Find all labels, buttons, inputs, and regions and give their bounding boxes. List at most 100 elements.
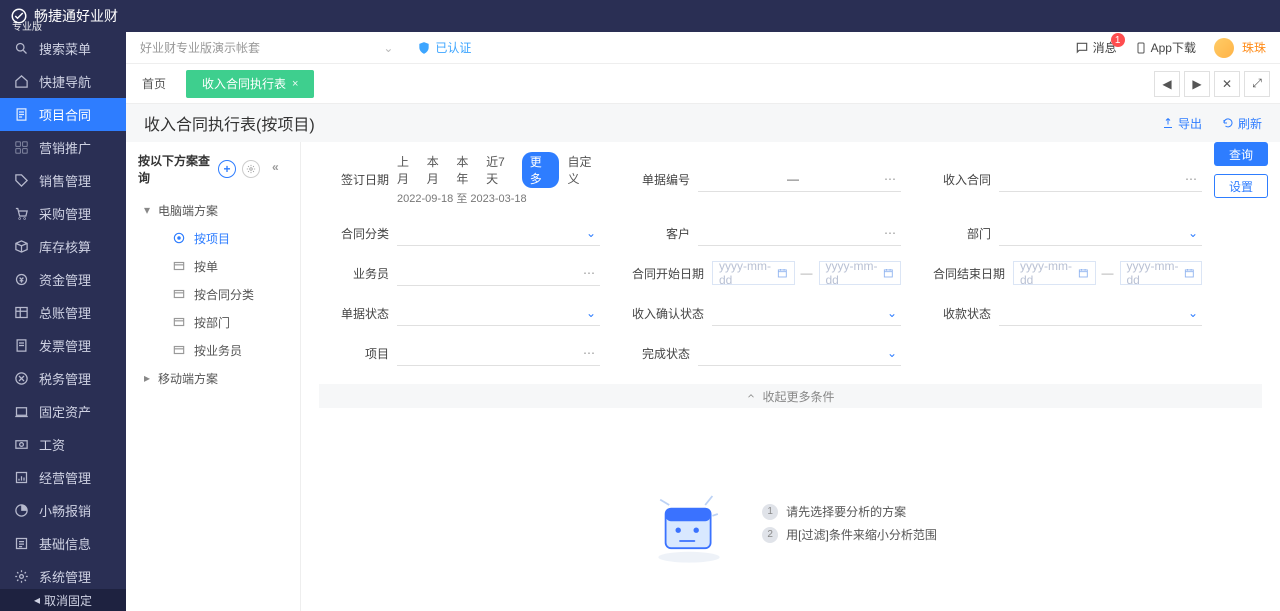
- tab-close-all-button[interactable]: ✕: [1214, 71, 1240, 97]
- field-payment-status: 收款状态 ⌄: [921, 300, 1202, 326]
- messages-button[interactable]: 消息 1: [1075, 39, 1117, 56]
- chevron-down-icon: ⌄: [1188, 226, 1198, 240]
- sidebar-item-home[interactable]: 快捷导航: [0, 65, 126, 98]
- brand-sub: 专业版: [12, 18, 42, 33]
- home-icon: [14, 74, 29, 89]
- export-button[interactable]: 导出: [1162, 115, 1202, 132]
- tab-fullscreen-button[interactable]: ⤢: [1244, 71, 1270, 97]
- tab-next-button[interactable]: ▶: [1184, 71, 1210, 97]
- lookup-icon[interactable]: ⋯: [884, 172, 897, 186]
- tag-icon: [14, 173, 29, 188]
- lookup-icon[interactable]: ⋯: [583, 266, 596, 280]
- sidebar-item-search[interactable]: 搜索菜单: [0, 32, 126, 65]
- sys-icon: [14, 569, 29, 584]
- field-project: 项目 ⋯: [319, 340, 600, 366]
- close-icon[interactable]: ×: [292, 78, 298, 90]
- main-body: 按以下方案查询 + « ▾电脑端方案按项目按单按合同分类按部门按业务员▸移动端方…: [126, 142, 1280, 611]
- sidebar-item-table[interactable]: 总账管理: [0, 296, 126, 329]
- sidebar-unpin-button[interactable]: ◂取消固定: [0, 589, 126, 611]
- sidebar-item-grid[interactable]: 营销推广: [0, 131, 126, 164]
- sidebar-item-tax[interactable]: 税务管理: [0, 362, 126, 395]
- user-menu[interactable]: 珠珠: [1214, 38, 1266, 58]
- field-doc-status: 单据状态 ⌄: [319, 300, 600, 326]
- doc-status-select[interactable]: ⌄: [397, 300, 600, 326]
- workspace-selector[interactable]: 好业财专业版演示帐套 ⌄: [140, 39, 393, 56]
- tree-group-mobile[interactable]: ▸移动端方案: [126, 364, 300, 392]
- tree-item-by_order[interactable]: 按单: [126, 252, 300, 280]
- sidebar-item-coin[interactable]: 资金管理: [0, 263, 126, 296]
- invoice-icon: [14, 338, 29, 353]
- sidebar-item-tag[interactable]: 销售管理: [0, 164, 126, 197]
- dept-select[interactable]: ⌄: [999, 220, 1202, 246]
- collapse-conditions-button[interactable]: 收起更多条件: [319, 384, 1262, 408]
- opt-last7[interactable]: 近7天: [486, 153, 514, 187]
- opt-more[interactable]: 更多: [522, 152, 560, 188]
- end-date-from[interactable]: yyyy-mm-dd: [1013, 261, 1096, 285]
- scheme-icon: [170, 285, 188, 303]
- sidebar-item-cart[interactable]: 采购管理: [0, 197, 126, 230]
- sidebar-item-label: 基础信息: [39, 534, 91, 553]
- tree-item-by_project[interactable]: 按项目: [126, 224, 300, 252]
- scheme-icon: [170, 229, 188, 247]
- sidebar-item-label: 项目合同: [39, 105, 91, 124]
- opt-this-month[interactable]: 本月: [427, 153, 449, 187]
- brand-name: 畅捷通好业财: [34, 6, 118, 26]
- query-button[interactable]: 查询: [1214, 142, 1268, 166]
- lookup-icon[interactable]: ⋯: [583, 346, 596, 360]
- scheme-settings-button[interactable]: [242, 160, 260, 178]
- contract-class-select[interactable]: ⌄: [397, 220, 600, 246]
- filter-title: 按以下方案查询: [138, 152, 218, 186]
- refresh-button[interactable]: 刷新: [1222, 115, 1262, 132]
- opt-custom[interactable]: 自定义: [567, 153, 600, 187]
- tabs-bar: 首页 收入合同执行表× ◀ ▶ ✕ ⤢: [126, 64, 1280, 104]
- tree-item-by_class[interactable]: 按合同分类: [126, 280, 300, 308]
- range-dash: —: [801, 266, 813, 280]
- sidebar-item-label: 经营管理: [39, 468, 91, 487]
- calendar-icon: [883, 267, 894, 279]
- verified-badge[interactable]: 已认证: [417, 39, 471, 56]
- start-date-to[interactable]: yyyy-mm-dd: [819, 261, 902, 285]
- salesman-input[interactable]: ⋯: [397, 260, 600, 286]
- panel-collapse-icon[interactable]: «: [272, 160, 288, 176]
- opt-last-month[interactable]: 上月: [397, 153, 419, 187]
- messages-badge: 1: [1111, 33, 1125, 47]
- sidebar-item-doc[interactable]: 项目合同: [0, 98, 126, 131]
- tab-prev-button[interactable]: ◀: [1154, 71, 1180, 97]
- add-scheme-button[interactable]: +: [218, 160, 236, 178]
- sidebar: 搜索菜单快捷导航项目合同营销推广销售管理采购管理库存核算资金管理总账管理发票管理…: [0, 32, 126, 611]
- complete-status-select[interactable]: ⌄: [698, 340, 901, 366]
- project-input[interactable]: ⋯: [397, 340, 600, 366]
- sidebar-item-label: 税务管理: [39, 369, 91, 388]
- scheme-icon: [170, 257, 188, 275]
- income-contract-input[interactable]: ⋯: [999, 166, 1202, 192]
- sidebar-item-asset[interactable]: 固定资产: [0, 395, 126, 428]
- end-date-to[interactable]: yyyy-mm-dd: [1120, 261, 1203, 285]
- field-contract-end: 合同结束日期 yyyy-mm-dd — yyyy-mm-dd: [921, 260, 1202, 286]
- tab-home[interactable]: 首页: [126, 70, 182, 98]
- sidebar-item-info[interactable]: 基础信息: [0, 527, 126, 560]
- tree-item-by_dept[interactable]: 按部门: [126, 308, 300, 336]
- start-date-from[interactable]: yyyy-mm-dd: [712, 261, 795, 285]
- sidebar-item-salary[interactable]: 工资: [0, 428, 126, 461]
- sidebar-item-mgmt[interactable]: 经营管理: [0, 461, 126, 494]
- sign-date-range: 2022-09-18 至 2023-03-18: [397, 190, 600, 206]
- field-income-contract: 收入合同 ⋯: [921, 152, 1202, 206]
- app-download-button[interactable]: App下载: [1135, 39, 1196, 56]
- tree-item-by_staff[interactable]: 按业务员: [126, 336, 300, 364]
- customer-input[interactable]: ⋯: [698, 220, 901, 246]
- sidebar-item-box[interactable]: 库存核算: [0, 230, 126, 263]
- lookup-icon[interactable]: ⋯: [884, 226, 897, 240]
- payment-status-select[interactable]: ⌄: [999, 300, 1202, 326]
- sidebar-item-report[interactable]: 小畅报销: [0, 494, 126, 527]
- sidebar-item-invoice[interactable]: 发票管理: [0, 329, 126, 362]
- tab-active[interactable]: 收入合同执行表×: [186, 70, 314, 98]
- table-icon: [14, 305, 29, 320]
- opt-this-year[interactable]: 本年: [456, 153, 478, 187]
- settings-button[interactable]: 设置: [1214, 174, 1268, 198]
- doc-no-input[interactable]: —⋯: [698, 166, 901, 192]
- brand-bar: 畅捷通好业财 专业版: [0, 0, 1280, 32]
- lookup-icon[interactable]: ⋯: [1185, 172, 1198, 186]
- income-confirm-select[interactable]: ⌄: [712, 300, 901, 326]
- page-header: 收入合同执行表(按项目) 导出 刷新: [126, 104, 1280, 142]
- tree-group-desktop[interactable]: ▾电脑端方案: [126, 196, 300, 224]
